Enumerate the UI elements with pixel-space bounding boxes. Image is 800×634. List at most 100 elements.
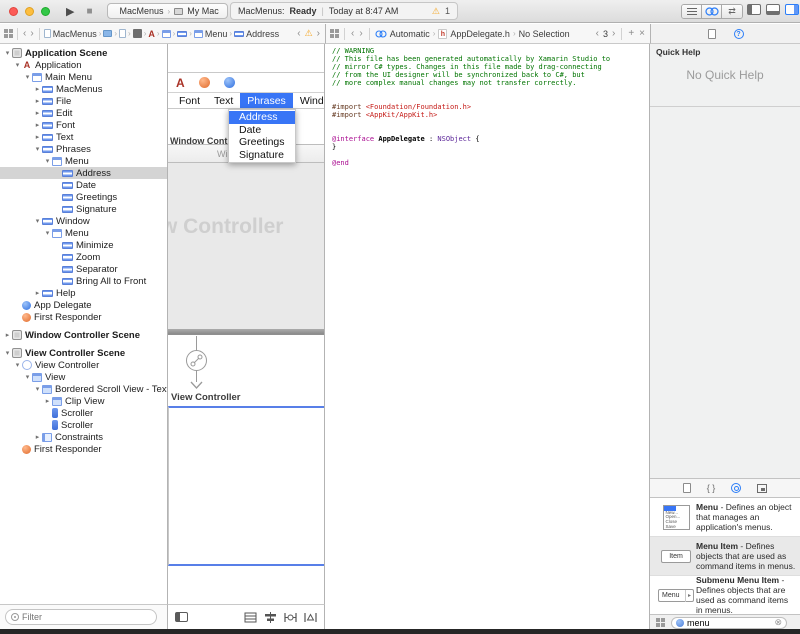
disclosure-triangle[interactable]: ▸ (33, 97, 42, 105)
disclosure-triangle[interactable]: ▸ (33, 109, 42, 117)
folder-icon[interactable] (103, 30, 112, 37)
storyboard-icon[interactable] (133, 29, 142, 38)
resolve-autolayout-button[interactable] (304, 612, 317, 623)
library-item-submenu-menu-item[interactable]: Menu▸Submenu Menu Item - Defines objects… (650, 576, 800, 614)
outline-item-menu[interactable]: ▾Menu (0, 227, 167, 239)
library-item-menu-item[interactable]: ItemMenu Item - Defines objects that are… (650, 537, 800, 576)
back-button[interactable]: ‹ (22, 29, 27, 39)
outline-item-greetings[interactable]: Greetings (0, 191, 167, 203)
breadcrumb-project[interactable]: MacMenus (53, 29, 97, 39)
clear-search-icon[interactable]: ⊗ (774, 618, 782, 627)
outline-item-main-menu[interactable]: ▾Main Menu (0, 71, 167, 83)
embed-in-stack-button[interactable] (244, 612, 257, 623)
disclosure-triangle[interactable]: ▾ (23, 73, 32, 81)
disclosure-triangle[interactable]: ▸ (43, 397, 52, 405)
library-view-toggle-icon[interactable] (656, 618, 665, 627)
related-items-icon[interactable] (330, 29, 339, 38)
assistant-file[interactable]: AppDelegate.h (450, 29, 510, 39)
library-search-field[interactable]: ⊗ (671, 617, 787, 629)
previous-issue-button[interactable]: ‹ (296, 29, 301, 39)
code-line[interactable]: } (332, 143, 649, 151)
disclosure-triangle[interactable]: ▾ (43, 157, 52, 165)
issue-warning-icon[interactable]: ⚠ (305, 28, 313, 39)
outline-item-view-controller[interactable]: ▾View Controller (0, 359, 167, 371)
zoom-window-button[interactable] (41, 7, 50, 16)
run-button[interactable]: ▶ (66, 5, 74, 18)
view-controller-view[interactable] (168, 406, 325, 566)
menu-crumb-icon[interactable] (194, 30, 203, 38)
source-code-editor[interactable]: // WARNING// This file has been generate… (325, 44, 650, 634)
minimize-window-button[interactable] (25, 7, 34, 16)
segue-connector[interactable] (186, 350, 207, 371)
breadcrumb-menu[interactable]: Menu (205, 29, 228, 39)
code-line[interactable]: // mirror C# types. Changes in this file… (332, 63, 649, 71)
dropdown-item-signature[interactable]: Signature (229, 149, 295, 162)
outline-item-application[interactable]: ▾Application (0, 59, 167, 71)
disclosure-triangle[interactable]: ▾ (43, 229, 52, 237)
outline-item-font[interactable]: ▸Font (0, 119, 167, 131)
code-line[interactable]: @end (332, 159, 649, 167)
breadcrumb-item[interactable]: Address (246, 29, 279, 39)
outline-item-clip-view[interactable]: ▸Clip View (0, 395, 167, 407)
media-library-icon[interactable] (757, 484, 767, 493)
application-icon[interactable]: A (176, 76, 185, 90)
filter-field[interactable] (5, 609, 157, 625)
outline-item-scroller[interactable]: Scroller (0, 407, 167, 419)
warning-count[interactable]: 1 (445, 6, 450, 16)
outline-item-zoom[interactable]: Zoom (0, 251, 167, 263)
toggle-navigator-button[interactable] (747, 4, 761, 15)
code-line[interactable] (332, 119, 649, 127)
stop-button[interactable]: ■ (86, 6, 92, 17)
toggle-debug-area-button[interactable] (766, 4, 780, 15)
designed-menu-window[interactable]: Window (293, 93, 325, 108)
next-issue-button[interactable]: › (316, 29, 321, 39)
outline-item-minimize[interactable]: Minimize (0, 239, 167, 251)
main-menu-crumb-icon[interactable] (162, 30, 171, 38)
code-line[interactable]: @interface AppDelegate : NSObject { (332, 135, 649, 143)
align-button[interactable] (264, 612, 277, 623)
outline-item-constraints[interactable]: ▸Constraints (0, 431, 167, 443)
disclosure-triangle[interactable]: ▸ (3, 331, 12, 339)
outline-item-bring-all-to-front[interactable]: Bring All to Front (0, 275, 167, 287)
designed-menu-phrases[interactable]: Phrases (240, 93, 293, 108)
outline-item-address[interactable]: Address (0, 167, 167, 179)
outline-item-text[interactable]: ▸Text (0, 131, 167, 143)
disclosure-triangle[interactable]: ▾ (13, 61, 22, 69)
disclosure-triangle[interactable]: ▾ (3, 349, 12, 357)
designed-window[interactable]: Window Window Controller (168, 144, 325, 335)
application-crumb-icon[interactable]: A (148, 29, 155, 39)
quick-help-tab-icon[interactable]: ? (734, 29, 744, 39)
code-line[interactable]: // more complex manual changes may not t… (332, 79, 649, 87)
disclosure-triangle[interactable]: ▸ (33, 433, 42, 441)
close-assistant-button[interactable]: × (638, 29, 646, 39)
code-line[interactable]: #import <Foundation/Foundation.h> (332, 103, 649, 111)
outline-item-signature[interactable]: Signature (0, 203, 167, 215)
dropdown-item-greetings[interactable]: Greetings (229, 136, 295, 149)
outline-item-edit[interactable]: ▸Edit (0, 107, 167, 119)
outline-item-scroller[interactable]: Scroller (0, 419, 167, 431)
outline-item-separator[interactable]: Separator (0, 263, 167, 275)
outline-item-window-controller-scene[interactable]: ▸Window Controller Scene (0, 329, 167, 341)
toggle-document-outline-button[interactable] (175, 612, 188, 622)
library-item-menu[interactable]: New...Open...CloseSaveMenu - Defines an … (650, 498, 800, 537)
disclosure-triangle[interactable]: ▾ (13, 361, 22, 369)
outline-item-phrases[interactable]: ▾Phrases (0, 143, 167, 155)
designed-window-content[interactable]: Window Controller (168, 163, 325, 329)
code-line[interactable]: // This file has been generated automati… (332, 55, 649, 63)
standard-editor-button[interactable] (682, 5, 702, 18)
forward-button[interactable]: › (358, 29, 363, 39)
disclosure-triangle[interactable]: ▸ (33, 121, 42, 129)
designed-menu-text[interactable]: Text (207, 93, 240, 108)
related-items-icon[interactable] (4, 29, 13, 38)
code-line[interactable]: // from the UI designer will be synchron… (332, 71, 649, 79)
object-library-icon[interactable] (731, 483, 741, 493)
assistant-mode[interactable]: Automatic (390, 29, 430, 39)
menu-item-crumb-icon[interactable] (177, 31, 187, 37)
disclosure-triangle[interactable]: ▾ (23, 373, 32, 381)
outline-item-macmenus[interactable]: ▸MacMenus (0, 83, 167, 95)
code-line[interactable] (332, 87, 649, 95)
outline-item-file[interactable]: ▸File (0, 95, 167, 107)
view-controller-label[interactable]: View Controller (171, 392, 241, 403)
file-inspector-tab-icon[interactable] (708, 29, 716, 39)
disclosure-triangle[interactable]: ▾ (3, 49, 12, 57)
